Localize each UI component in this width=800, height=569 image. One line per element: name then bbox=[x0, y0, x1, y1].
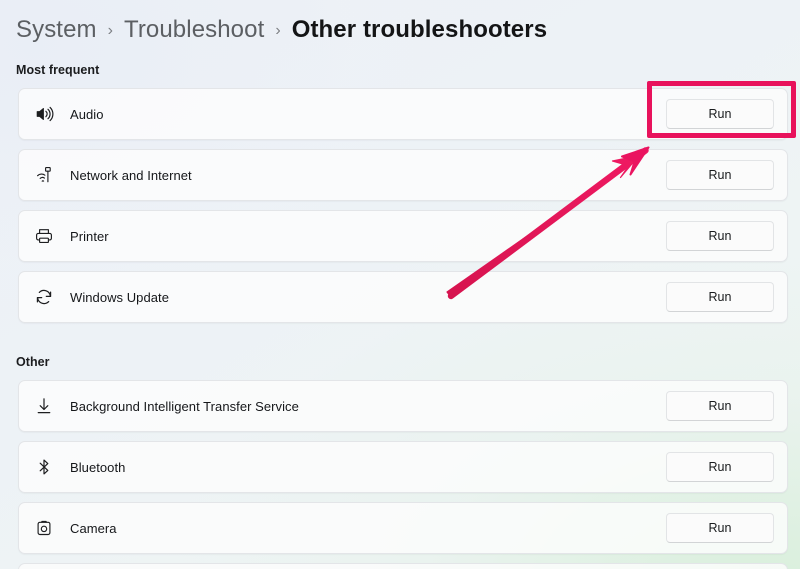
troubleshooter-row-audio[interactable]: Audio Run bbox=[18, 88, 788, 140]
camera-icon bbox=[32, 516, 56, 540]
troubleshooter-row-next-partial[interactable] bbox=[18, 563, 788, 569]
troubleshooter-row-camera[interactable]: Camera Run bbox=[18, 502, 788, 554]
refresh-sync-icon bbox=[32, 285, 56, 309]
settings-page: System › Troubleshoot › Other troublesho… bbox=[0, 0, 800, 569]
page-title: Other troubleshooters bbox=[291, 16, 548, 43]
troubleshooter-row-background-intelligent-transfer-service[interactable]: Background Intelligent Transfer Service … bbox=[18, 380, 788, 432]
run-button-background-intelligent-transfer-service[interactable]: Run bbox=[666, 391, 774, 421]
run-button-network-and-internet[interactable]: Run bbox=[666, 160, 774, 190]
run-button-audio[interactable]: Run bbox=[666, 99, 774, 129]
section-title-most-frequent: Most frequent bbox=[16, 63, 100, 77]
section-title-other: Other bbox=[16, 355, 50, 369]
run-button-windows-update[interactable]: Run bbox=[666, 282, 774, 312]
breadcrumb: System › Troubleshoot › Other troublesho… bbox=[16, 12, 547, 48]
run-button-printer[interactable]: Run bbox=[666, 221, 774, 251]
chevron-right-icon: › bbox=[107, 22, 113, 39]
breadcrumb-item-system[interactable]: System bbox=[16, 16, 97, 44]
download-arrow-icon bbox=[32, 394, 56, 418]
troubleshooter-row-windows-update[interactable]: Windows Update Run bbox=[18, 271, 788, 323]
network-signal-icon bbox=[32, 163, 56, 187]
chevron-right-icon: › bbox=[275, 22, 281, 39]
troubleshooter-row-network-and-internet[interactable]: Network and Internet Run bbox=[18, 149, 788, 201]
troubleshooter-row-bluetooth[interactable]: Bluetooth Run bbox=[18, 441, 788, 493]
bluetooth-icon bbox=[32, 455, 56, 479]
printer-icon bbox=[32, 224, 56, 248]
run-button-bluetooth[interactable]: Run bbox=[666, 452, 774, 482]
run-button-camera[interactable]: Run bbox=[666, 513, 774, 543]
breadcrumb-item-troubleshoot[interactable]: Troubleshoot bbox=[124, 16, 264, 44]
speaker-icon bbox=[32, 102, 56, 126]
troubleshooter-row-printer[interactable]: Printer Run bbox=[18, 210, 788, 262]
